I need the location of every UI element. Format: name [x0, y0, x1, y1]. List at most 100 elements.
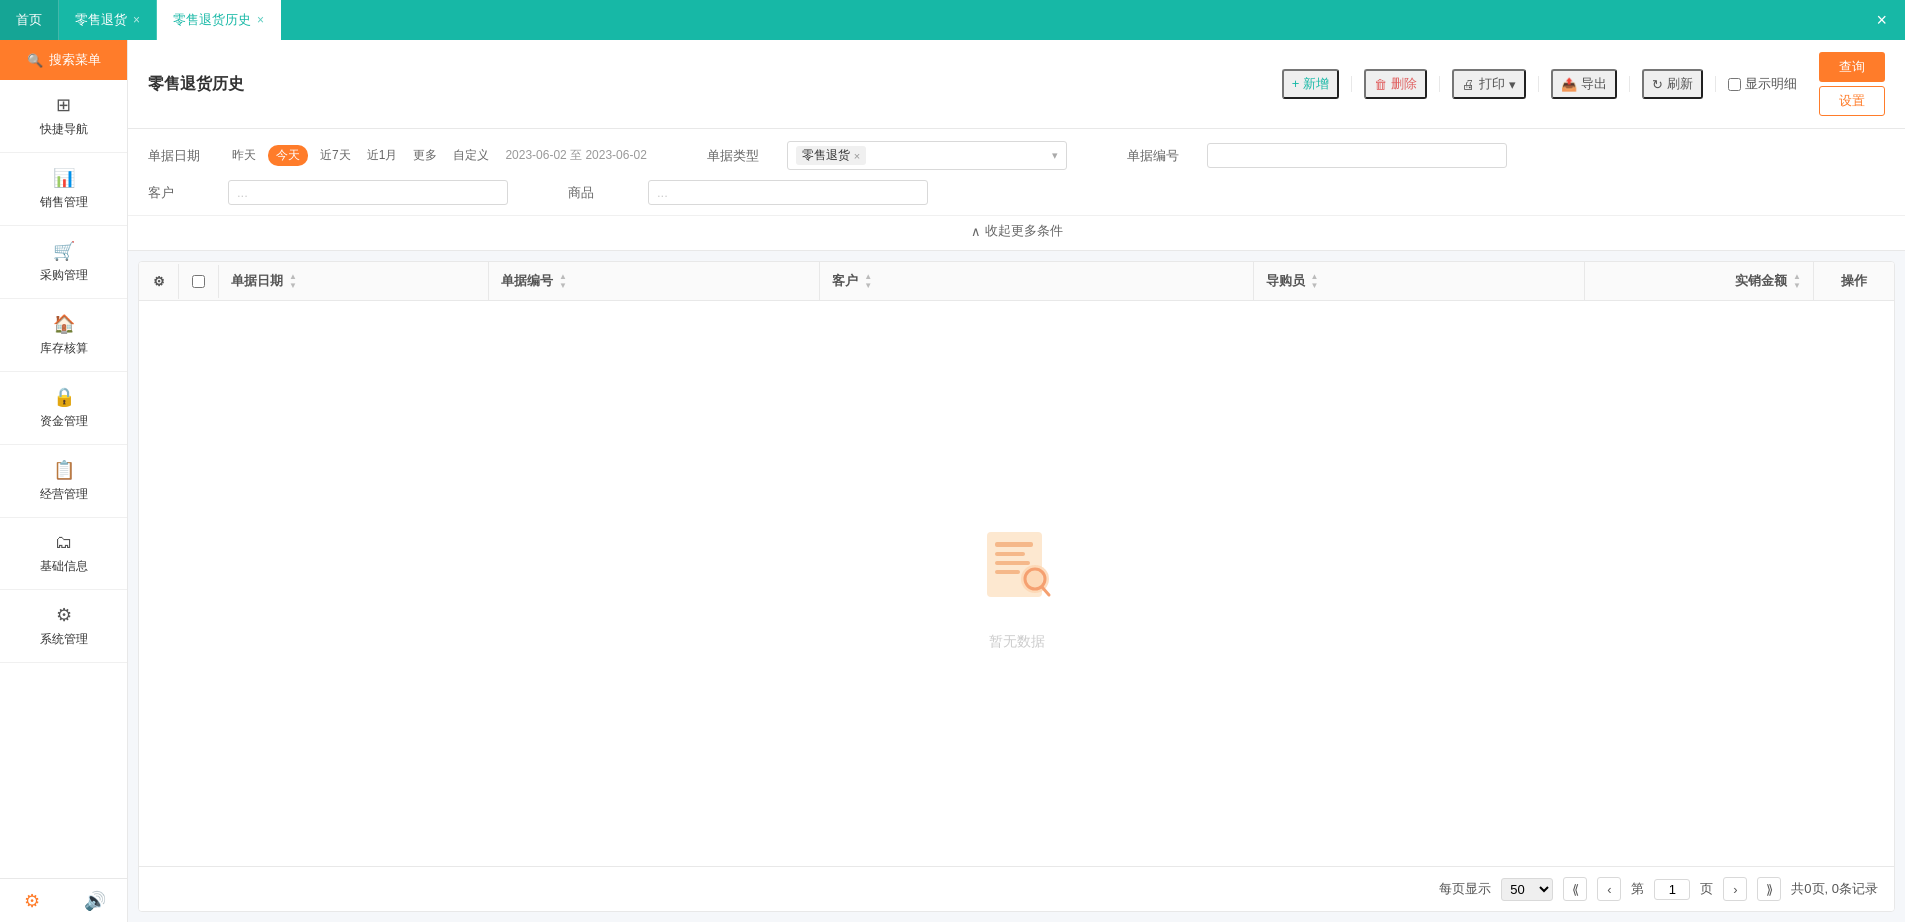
sidebar-item-purchase[interactable]: 🛒 采购管理	[0, 226, 127, 299]
collapse-button[interactable]: ∧ 收起更多条件	[128, 215, 1905, 246]
svg-rect-3	[995, 561, 1030, 565]
show-detail-label[interactable]: 显示明细	[1728, 75, 1797, 93]
th-setting[interactable]: ⚙	[139, 264, 179, 299]
page-input[interactable]	[1654, 879, 1690, 900]
export-button[interactable]: 📤 导出	[1551, 69, 1617, 99]
tab-retail-return-history-close[interactable]: ×	[257, 13, 264, 27]
tab-retail-return-history-label: 零售退货历史	[173, 11, 251, 29]
print-label: 打印	[1479, 75, 1505, 93]
sidebar-volume-button[interactable]: 🔊	[64, 879, 128, 922]
tab-home[interactable]: 首页	[0, 0, 59, 40]
date-shortcut-more[interactable]: 更多	[409, 145, 441, 166]
th-amount-sort: ▲▼	[1793, 273, 1801, 290]
th-customer-label: 客户	[832, 272, 858, 290]
select-all-checkbox[interactable]	[192, 275, 205, 288]
sidebar-search[interactable]: 🔍 搜索菜单	[0, 40, 127, 80]
search-icon: 🔍	[27, 53, 43, 68]
sidebar-item-basic-label: 基础信息	[40, 558, 88, 575]
tab-retail-return-history[interactable]: 零售退货历史 ×	[157, 0, 281, 40]
page-suffix: 页	[1700, 880, 1713, 898]
date-shortcut-1month[interactable]: 近1月	[363, 145, 402, 166]
refresh-label: 刷新	[1667, 75, 1693, 93]
sidebar-item-purchase-label: 采购管理	[40, 267, 88, 284]
date-range-display: 2023-06-02 至 2023-06-02	[505, 147, 646, 164]
sidebar-item-sales[interactable]: 📊 销售管理	[0, 153, 127, 226]
customer-filter-label: 客户	[148, 184, 208, 202]
type-filter-tag-remove[interactable]: ×	[854, 150, 860, 162]
tab-retail-return-close[interactable]: ×	[133, 13, 140, 27]
sidebar-item-basic[interactable]: 🗂 基础信息	[0, 518, 127, 590]
divider-4	[1629, 76, 1630, 92]
tab-retail-return[interactable]: 零售退货 ×	[59, 0, 157, 40]
date-shortcut-custom[interactable]: 自定义	[449, 145, 493, 166]
empty-state-illustration	[967, 517, 1067, 617]
show-detail-checkbox[interactable]	[1728, 78, 1741, 91]
divider-3	[1538, 76, 1539, 92]
show-detail-text: 显示明细	[1745, 75, 1797, 93]
first-page-button[interactable]: ⟪	[1563, 877, 1587, 901]
sidebar-item-inventory[interactable]: 🏠 库存核算	[0, 299, 127, 372]
table-header: ⚙ 单据日期 ▲▼ 单据编号 ▲▼ 客户 ▲▼ 导购员	[139, 262, 1894, 301]
sidebar-item-operations[interactable]: 📋 经营管理	[0, 445, 127, 518]
settings-icon: ⚙	[153, 274, 165, 289]
sidebar-item-system[interactable]: ⚙ 系统管理	[0, 590, 127, 663]
sidebar-item-quick-nav[interactable]: ⊞ 快捷导航	[0, 80, 127, 153]
sidebar-item-inventory-label: 库存核算	[40, 340, 88, 357]
export-label: 导出	[1581, 75, 1607, 93]
svg-rect-1	[995, 542, 1033, 547]
page-title: 零售退货历史	[148, 74, 244, 95]
delete-button[interactable]: 🗑 删除	[1364, 69, 1427, 99]
tab-retail-return-label: 零售退货	[75, 11, 127, 29]
th-guide[interactable]: 导购员 ▲▼	[1254, 262, 1585, 300]
inventory-icon: 🏠	[53, 313, 75, 335]
collapse-label: 收起更多条件	[985, 222, 1063, 240]
query-button[interactable]: 查询	[1819, 52, 1885, 82]
sidebar-item-finance-label: 资金管理	[40, 413, 88, 430]
purchase-icon: 🛒	[53, 240, 75, 262]
doc-num-filter-input[interactable]	[1207, 143, 1507, 168]
tab-home-label: 首页	[16, 11, 42, 29]
th-number[interactable]: 单据编号 ▲▼	[489, 262, 820, 300]
th-checkbox[interactable]	[179, 265, 219, 298]
type-filter-select[interactable]: 零售退货 × ▾	[787, 141, 1067, 170]
per-page-select[interactable]: 50 100 200	[1501, 878, 1553, 901]
type-filter-arrow: ▾	[1052, 149, 1058, 162]
add-button[interactable]: + 新增	[1282, 69, 1339, 99]
customer-filter-select[interactable]: ...	[228, 180, 508, 205]
page-content: 零售退货历史 + 新增 🗑 删除 🖨 打印 ▾ 📤 导出	[128, 40, 1905, 922]
print-icon: 🖨	[1462, 77, 1475, 92]
type-filter-tag-value: 零售退货	[802, 147, 850, 164]
divider-1	[1351, 76, 1352, 92]
sidebar-bottom: ⚙ 🔊	[0, 878, 127, 922]
goods-filter-select[interactable]: ...	[648, 180, 928, 205]
last-page-button[interactable]: ⟫	[1757, 877, 1781, 901]
date-shortcut-7days[interactable]: 近7天	[316, 145, 355, 166]
th-customer[interactable]: 客户 ▲▼	[820, 262, 1253, 300]
finance-icon: 🔒	[53, 386, 75, 408]
refresh-button[interactable]: ↻ 刷新	[1642, 69, 1703, 99]
pagination: 每页显示 50 100 200 ⟪ ‹ 第 页 › ⟫ 共0页, 0条记录	[139, 866, 1894, 911]
goods-filter-label: 商品	[568, 184, 628, 202]
prev-page-button[interactable]: ‹	[1597, 877, 1621, 901]
export-icon: 📤	[1561, 77, 1577, 92]
th-amount[interactable]: 实销金额 ▲▼	[1585, 262, 1814, 300]
setting-button[interactable]: 设置	[1819, 86, 1885, 116]
tab-list: 首页 零售退货 × 零售退货历史 ×	[0, 0, 1858, 40]
th-date[interactable]: 单据日期 ▲▼	[219, 262, 489, 300]
sidebar-item-finance[interactable]: 🔒 资金管理	[0, 372, 127, 445]
next-page-button[interactable]: ›	[1723, 877, 1747, 901]
filter-row-1: 单据日期 昨天 今天 近7天 近1月 更多 自定义 2023-06-02 至 2…	[148, 141, 1885, 170]
quick-nav-icon: ⊞	[56, 94, 71, 116]
date-filter-label: 单据日期	[148, 147, 208, 165]
th-date-label: 单据日期	[231, 272, 283, 290]
operations-icon: 📋	[53, 459, 75, 481]
window-close-button[interactable]: ×	[1858, 10, 1905, 31]
divider-5	[1715, 76, 1716, 92]
sidebar-settings-button[interactable]: ⚙	[0, 879, 64, 922]
sidebar-item-quick-nav-label: 快捷导航	[40, 121, 88, 138]
date-shortcut-today[interactable]: 今天	[268, 145, 308, 166]
empty-state-text: 暂无数据	[989, 633, 1045, 651]
customer-filter-placeholder: ...	[237, 185, 248, 200]
date-shortcut-yesterday[interactable]: 昨天	[228, 145, 260, 166]
print-button[interactable]: 🖨 打印 ▾	[1452, 69, 1526, 99]
